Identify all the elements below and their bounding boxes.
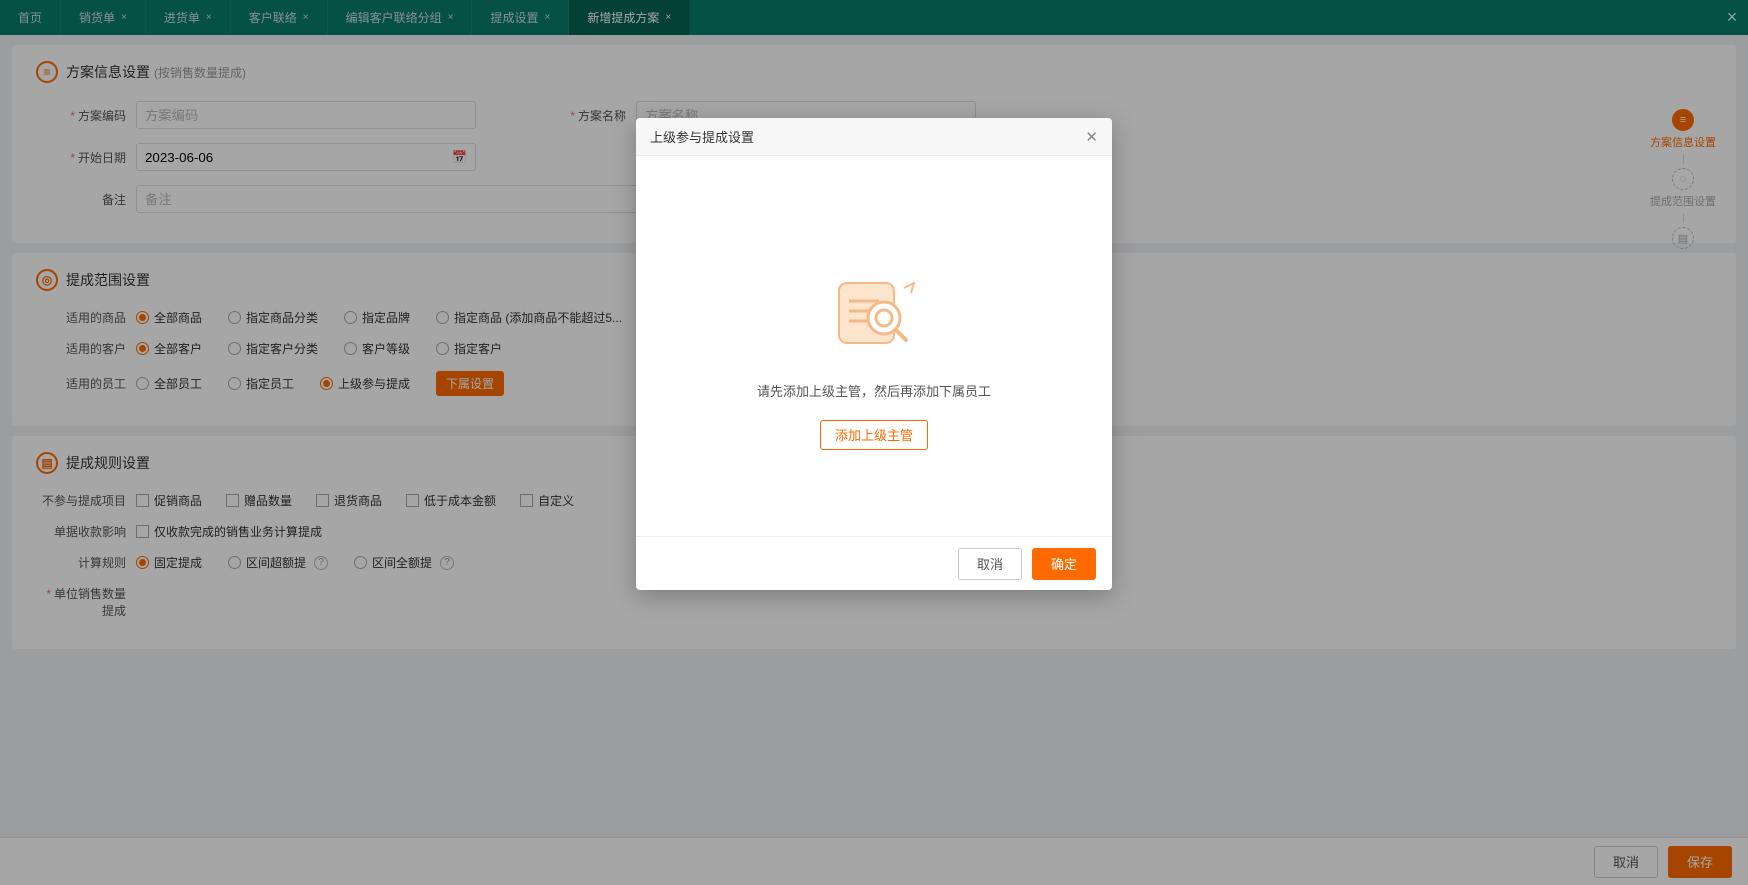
modal-title: 上级参与提成设置 [650, 127, 754, 146]
modal-ok-button[interactable]: 确定 [1032, 548, 1096, 580]
add-supervisor-button[interactable]: 添加上级主管 [820, 420, 928, 450]
empty-illustration-icon [814, 263, 934, 363]
modal-empty-text: 请先添加上级主管，然后再添加下属员工 [757, 381, 991, 400]
modal-close-icon[interactable]: ✕ [1085, 128, 1098, 146]
supervisor-modal: 上级参与提成设置 ✕ 请先添加上级主管，然后再添加下属员工 添加上级主管 取消 … [636, 118, 1112, 590]
modal-cancel-button[interactable]: 取消 [958, 548, 1022, 580]
